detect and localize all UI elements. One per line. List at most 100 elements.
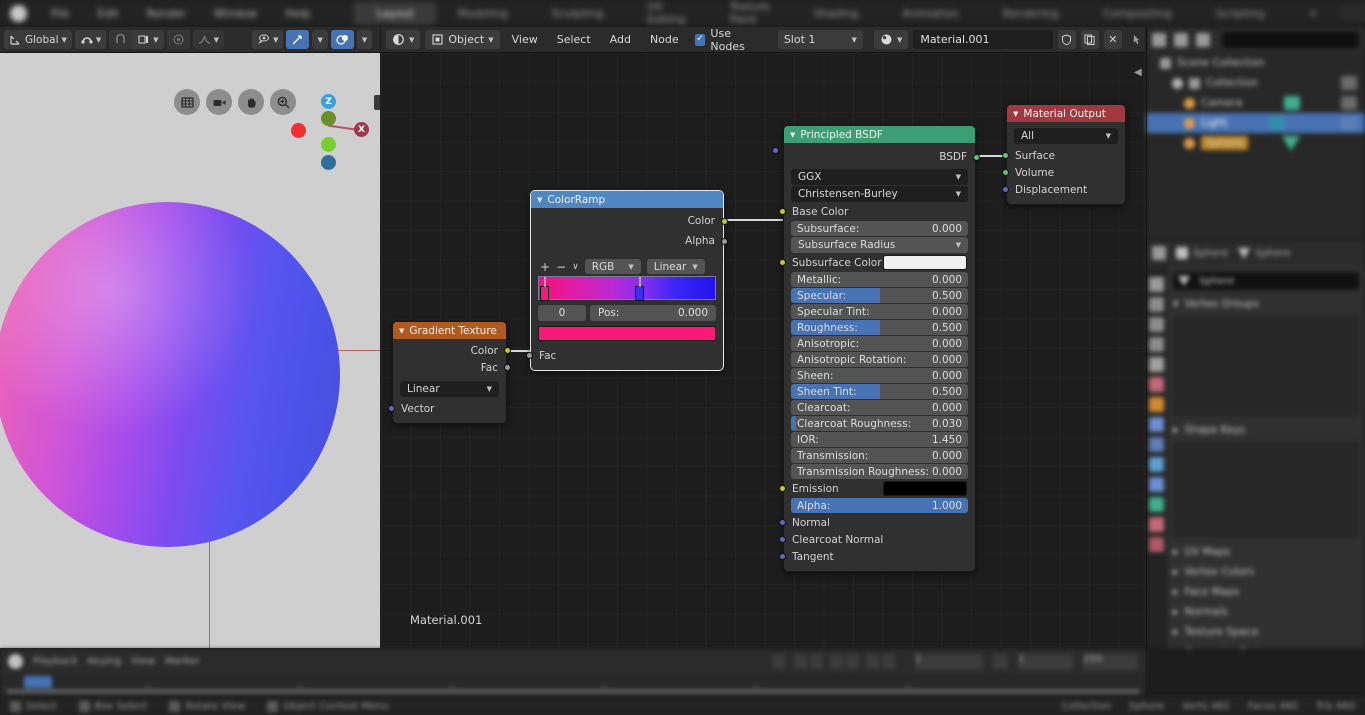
next-keyframe-button[interactable] — [846, 654, 859, 669]
prop-metallic[interactable]: Metallic: 0.000 — [791, 272, 968, 287]
use-nodes-checkbox[interactable]: ✓ — [695, 34, 706, 46]
navigation-gizmo[interactable]: Z X — [292, 89, 374, 171]
socket-volume-in[interactable] — [1002, 169, 1009, 176]
tab-modeling[interactable]: Modeling — [436, 2, 530, 25]
proportional-falloff-button[interactable]: ▼ — [193, 30, 224, 49]
properties-editor-icon[interactable] — [1152, 246, 1166, 260]
socket-alpha-out[interactable] — [721, 238, 728, 245]
color-ramp-gradient[interactable] — [538, 276, 716, 300]
menu-add[interactable]: Add — [603, 33, 638, 46]
node-color-ramp[interactable]: ▼ ColorRamp Color Alpha + − ∨ RGB — [530, 190, 724, 371]
collapse-triangle-icon[interactable]: ▼ — [790, 131, 795, 139]
auto-key-icon[interactable] — [993, 654, 1008, 669]
blender-logo-icon[interactable] — [10, 5, 27, 22]
panel-shape-keys[interactable]: ▶ Shape Keys — [1173, 424, 1359, 436]
panel-uv-maps[interactable]: ▶ UV Maps — [1173, 546, 1359, 558]
collapse-triangle-icon[interactable]: ▼ — [399, 327, 404, 335]
gizmo-axis-x[interactable]: X — [354, 122, 369, 137]
input-surface-row[interactable]: Surface — [1007, 147, 1125, 164]
proportional-edit-button[interactable] — [167, 30, 190, 49]
emission-color-swatch[interactable] — [883, 481, 967, 496]
outliner-row-scene-collection[interactable]: Scene Collection — [1146, 53, 1365, 73]
outliner-editor-icon[interactable] — [1152, 33, 1166, 47]
menu-select[interactable]: Select — [550, 33, 598, 46]
shape-keys-list[interactable] — [1173, 442, 1359, 538]
socket-base-color-in[interactable] — [779, 208, 786, 215]
socket-color-out[interactable] — [721, 218, 728, 225]
ramp-stop-1[interactable] — [635, 286, 644, 301]
gizmo-options-button[interactable]: ▼ — [312, 30, 327, 49]
prop-anisotropic-rotation[interactable]: Anisotropic Rotation: 0.000 — [791, 352, 968, 367]
menu-edit[interactable]: Edit — [83, 7, 132, 20]
properties-panel[interactable]: Sphere Sphere Sphere — [1146, 240, 1365, 648]
menu-render[interactable]: Render — [133, 7, 200, 20]
node-header-material-output[interactable]: ▼ Material Output — [1007, 105, 1125, 122]
prop-specular-tint[interactable]: Specular Tint: 0.000 — [791, 304, 968, 319]
panel-face-maps[interactable]: ▶ Face Maps — [1173, 586, 1359, 598]
prop-subsurface[interactable]: Subsurface: 0.000 — [791, 221, 968, 236]
prop-clearcoat-normal[interactable]: Clearcoat Normal — [784, 531, 975, 548]
socket-vector-in[interactable] — [388, 405, 395, 412]
socket-surface-in[interactable] — [1002, 152, 1009, 159]
overlays-toggle-button[interactable] — [331, 30, 354, 49]
overlays-options-button[interactable]: ▼ — [357, 30, 372, 49]
collapse-triangle-icon[interactable]: ▶ — [1173, 426, 1178, 434]
tab-scripting[interactable]: Scripting — [1194, 2, 1287, 25]
shader-sidebar-toggle[interactable]: ◀ — [1134, 67, 1143, 81]
socket-bsdf-out[interactable] — [973, 154, 980, 161]
unlink-material-button[interactable]: ✕ — [1104, 30, 1122, 49]
input-volume-row[interactable]: Volume — [1007, 164, 1125, 181]
prop-subsurface-color[interactable]: Subsurface Color — [784, 254, 975, 271]
shader-editor[interactable]: Material.001 ▼ Gradient Texture Color Fa… — [381, 27, 1145, 648]
prop-base-color[interactable]: Base Color — [784, 203, 975, 220]
record-button[interactable] — [882, 654, 895, 669]
prop-transmission-roughness[interactable]: Transmission Roughness: 0.000 — [791, 464, 968, 479]
prop-transmission[interactable]: Transmission: 0.000 — [791, 448, 968, 463]
prev-keyframe-button[interactable] — [794, 654, 807, 669]
tab-tool[interactable] — [1149, 277, 1164, 292]
hand-icon[interactable] — [238, 89, 264, 115]
ramp-index-field[interactable]: 0 — [538, 305, 586, 321]
prop-anisotropic[interactable]: Anisotropic: 0.000 — [791, 336, 968, 351]
prop-emission[interactable]: Emission — [784, 480, 975, 497]
tab-object-data[interactable] — [1149, 497, 1164, 512]
tab-material[interactable] — [1149, 517, 1164, 532]
interpolation-dropdown[interactable]: Linear ▼ — [647, 259, 705, 274]
current-frame-field[interactable]: 1 — [915, 654, 983, 670]
prop-clearcoat-roughness[interactable]: Clearcoat Roughness: 0.030 — [791, 416, 968, 431]
menu-window[interactable]: Window — [200, 7, 271, 20]
menu-file[interactable]: File — [37, 7, 83, 20]
socket-subsurface-radius-in[interactable] — [772, 147, 779, 154]
collapse-triangle-icon[interactable]: ▼ — [537, 196, 542, 204]
material-slot-dropdown[interactable]: Slot 1 ▼ — [778, 30, 863, 49]
visibility-toggle[interactable] — [1341, 96, 1357, 110]
menu-marker[interactable]: Marker — [165, 656, 200, 667]
socket-subsurface-color-in[interactable] — [779, 259, 786, 266]
jump-end-button[interactable] — [866, 654, 879, 669]
timeline-track[interactable] — [0, 674, 1146, 696]
grid-icon[interactable] — [174, 89, 200, 115]
gizmo-axis-z[interactable]: Z — [321, 94, 336, 109]
panel-texture-space[interactable]: ▶ Texture Space — [1173, 626, 1359, 638]
tab-compositing[interactable]: Compositing — [1081, 2, 1194, 25]
socket-clearcoat-normal-in[interactable] — [779, 536, 786, 543]
prop-tangent[interactable]: Tangent — [784, 548, 975, 565]
vertex-groups-list[interactable] — [1173, 316, 1359, 416]
tab-physics[interactable] — [1149, 457, 1164, 472]
visibility-toggle[interactable] — [1341, 116, 1357, 130]
collapse-triangle-icon[interactable]: ▶ — [1173, 548, 1178, 556]
gizmo-axis-neg-z[interactable] — [321, 155, 336, 170]
socket-fac-out[interactable] — [504, 364, 511, 371]
tab-shading[interactable]: Shading — [792, 2, 881, 25]
snap-magnet-button[interactable] — [109, 30, 132, 49]
end-frame-field[interactable]: 250 — [1083, 654, 1138, 670]
subsurface-color-swatch[interactable] — [883, 255, 967, 270]
add-stop-button[interactable]: + — [540, 260, 550, 274]
timeline-panel[interactable]: Playback Keying View Marker 1 1 250 — [0, 649, 1146, 696]
socket-color-out[interactable] — [504, 347, 511, 354]
menu-keying[interactable]: Keying — [88, 656, 122, 667]
prop-alpha[interactable]: Alpha: 1.000 — [791, 498, 968, 513]
timeline-scrollbar[interactable] — [6, 689, 1140, 694]
tab-constraints[interactable] — [1149, 477, 1164, 492]
menu-node[interactable]: Node — [643, 33, 686, 46]
